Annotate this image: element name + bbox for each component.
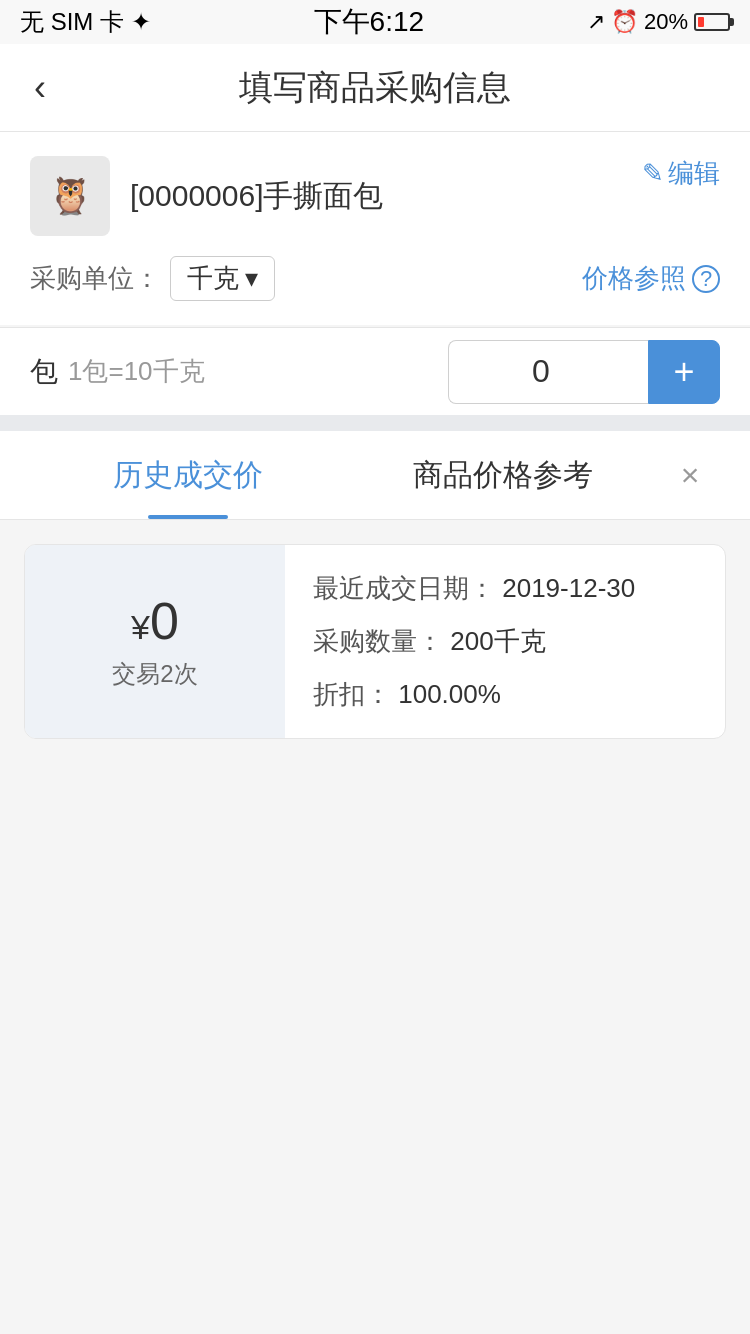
unit-select[interactable]: 千克 ▾	[170, 256, 275, 301]
tab-product-price-ref[interactable]: 商品价格参考	[345, 431, 660, 519]
price-card-left: ¥0 交易2次	[25, 545, 285, 738]
page-title: 填写商品采购信息	[239, 65, 511, 111]
product-header: 🦉 [0000006]手撕面包 ✎ 编辑	[30, 156, 720, 236]
pkg-conversion-label: 1包=10千克	[68, 354, 205, 389]
pkg-unit-label: 包	[30, 353, 58, 391]
qty-label: 采购数量：	[313, 626, 443, 656]
price-card-area: ¥0 交易2次 最近成交日期： 2019-12-30 采购数量： 200千克 折…	[0, 520, 750, 763]
product-section: 🦉 [0000006]手撕面包 ✎ 编辑 采购单位： 千克 ▾ 价格参照 ?	[0, 132, 750, 325]
alarm-icon: ⏰	[611, 9, 638, 35]
discount-value: 100.00%	[398, 679, 501, 709]
no-sim-label: 无 SIM 卡 ✦	[20, 6, 151, 38]
tab-history-price-label: 历史成交价	[113, 455, 263, 496]
qty-value: 200千克	[450, 626, 545, 656]
product-thumbnail: 🦉	[30, 156, 110, 236]
product-name: [0000006]手撕面包	[130, 175, 383, 217]
price-value: 0	[150, 592, 179, 650]
tab-row: 历史成交价 商品价格参考 ×	[0, 431, 750, 519]
recent-date-row: 最近成交日期： 2019-12-30	[313, 569, 697, 608]
price-card-right: 最近成交日期： 2019-12-30 采购数量： 200千克 折扣： 100.0…	[285, 545, 725, 738]
edit-icon: ✎	[642, 158, 664, 189]
nav-bar: ‹ 填写商品采购信息	[0, 44, 750, 132]
close-icon: ×	[681, 457, 700, 494]
product-left: 🦉 [0000006]手撕面包	[30, 156, 383, 236]
tab-close-button[interactable]: ×	[660, 445, 720, 505]
recent-date-label: 最近成交日期：	[313, 573, 495, 603]
status-bar: 无 SIM 卡 ✦ 下午6:12 ↗ ⏰ 20%	[0, 0, 750, 44]
discount-row: 折扣： 100.00%	[313, 675, 697, 714]
price-ref-label: 价格参照	[582, 261, 686, 296]
product-meta: 采购单位： 千克 ▾ 价格参照 ?	[30, 256, 720, 301]
price-display: ¥0	[131, 593, 179, 650]
unit-label: 采购单位： 千克 ▾	[30, 256, 275, 301]
discount-label: 折扣：	[313, 679, 391, 709]
product-logo-icon: 🦉	[48, 175, 93, 217]
edit-button[interactable]: ✎ 编辑	[642, 156, 720, 191]
plus-icon: +	[673, 351, 694, 393]
quantity-section: 包 1包=10千克 +	[0, 327, 750, 415]
unit-value: 千克	[187, 261, 239, 296]
quantity-input-wrap: +	[448, 340, 720, 404]
bottom-space	[0, 763, 750, 1334]
status-time: 下午6:12	[314, 3, 425, 41]
status-right: ↗ ⏰ 20%	[587, 9, 730, 35]
tab-product-price-ref-label: 商品价格参考	[413, 455, 593, 496]
location-icon: ↗	[587, 9, 605, 35]
trades-count: 交易2次	[112, 658, 197, 690]
dropdown-arrow-icon: ▾	[245, 263, 258, 294]
back-button[interactable]: ‹	[24, 57, 56, 119]
recent-date-value: 2019-12-30	[502, 573, 635, 603]
tab-section: 历史成交价 商品价格参考 ×	[0, 431, 750, 520]
quantity-label: 包 1包=10千克	[30, 353, 205, 391]
battery-pct: 20%	[644, 9, 688, 35]
tab-history-price[interactable]: 历史成交价	[30, 431, 345, 519]
plus-button[interactable]: +	[648, 340, 720, 404]
price-card: ¥0 交易2次 最近成交日期： 2019-12-30 采购数量： 200千克 折…	[24, 544, 726, 739]
info-icon: ?	[692, 265, 720, 293]
status-left: 无 SIM 卡 ✦	[20, 6, 151, 38]
price-ref-button[interactable]: 价格参照 ?	[582, 261, 720, 296]
unit-prefix: 采购单位：	[30, 261, 160, 296]
section-divider	[0, 415, 750, 431]
quantity-input[interactable]	[448, 340, 648, 404]
currency-symbol: ¥	[131, 608, 150, 646]
battery-icon	[694, 13, 730, 31]
edit-label: 编辑	[668, 156, 720, 191]
qty-row: 采购数量： 200千克	[313, 622, 697, 661]
